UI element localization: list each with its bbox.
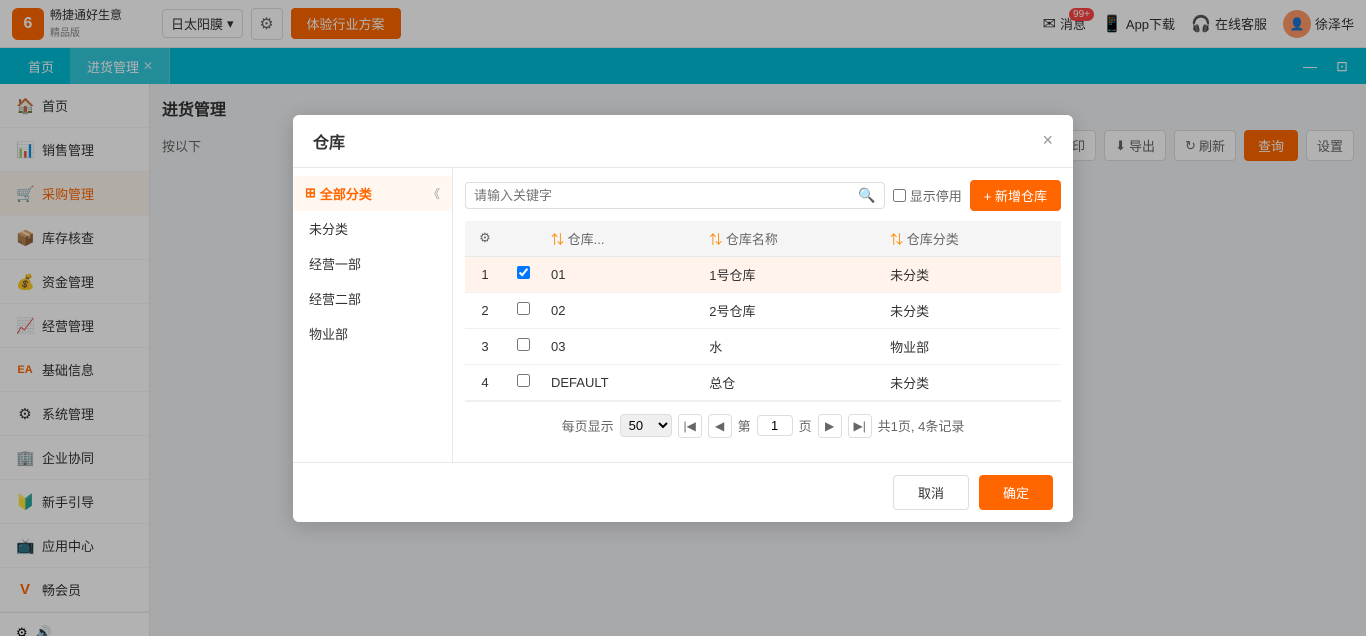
modal-title: 仓库 (313, 129, 345, 153)
category-item-property[interactable]: 物业部 (293, 316, 452, 351)
collapse-icon[interactable]: 《 (428, 185, 440, 202)
search-input[interactable] (474, 188, 858, 203)
row-checkbox[interactable] (505, 292, 541, 328)
table-row[interactable]: 2 02 2号仓库 未分类 (465, 292, 1061, 328)
table-row[interactable]: 3 03 水 物业部 (465, 328, 1061, 364)
row-num: 3 (465, 328, 505, 364)
sort-icon3: ⇅ (890, 232, 903, 247)
show-disabled-label[interactable]: 显示停用 (893, 186, 962, 205)
last-page-button[interactable]: ▶| (848, 414, 872, 438)
show-disabled-checkbox[interactable] (893, 189, 906, 202)
col-name: ⇅ 仓库名称 (699, 221, 880, 257)
row-code: 03 (541, 328, 699, 364)
table-panel: 🔍 显示停用 + 新增仓库 ⚙ (453, 168, 1073, 462)
confirm-button[interactable]: 确定 (979, 475, 1053, 510)
category-item-ops2[interactable]: 经营二部 (293, 281, 452, 316)
add-warehouse-button[interactable]: + 新增仓库 (970, 180, 1061, 211)
row-category: 物业部 (880, 328, 1061, 364)
page-size-select[interactable]: 50 10 20 100 (620, 414, 672, 437)
row-code: 02 (541, 292, 699, 328)
first-page-button[interactable]: |◀ (678, 414, 702, 438)
pagination: 每页显示 50 10 20 100 |◀ ◀ 第 页 ▶ ▶| 共1页, 4条记… (465, 401, 1061, 450)
row-checkbox[interactable] (505, 256, 541, 292)
row-name: 水 (699, 328, 880, 364)
modal-body: ⊞ 全部分类 《 未分类 经营一部 经营二部 物业部 🔍 (293, 168, 1073, 462)
table-head: ⚙ ⇅ 仓库... ⇅ 仓库名称 (465, 221, 1061, 257)
row-category: 未分类 (880, 292, 1061, 328)
table-row[interactable]: 1 01 1号仓库 未分类 (465, 256, 1061, 292)
col-settings: ⚙ (465, 221, 505, 257)
next-page-button[interactable]: ▶ (818, 414, 842, 438)
search-input-wrap[interactable]: 🔍 (465, 182, 885, 209)
col-checkbox (505, 221, 541, 257)
row-name: 1号仓库 (699, 256, 880, 292)
table-toolbar: 🔍 显示停用 + 新增仓库 (465, 180, 1061, 211)
prev-page-button[interactable]: ◀ (708, 414, 732, 438)
row-name: 总仓 (699, 364, 880, 400)
col-category: ⇅ 仓库分类 (880, 221, 1061, 257)
table-body: 1 01 1号仓库 未分类 2 02 2号仓库 未分类 3 03 水 物业部 4… (465, 256, 1061, 400)
table-scroll: ⚙ ⇅ 仓库... ⇅ 仓库名称 (465, 221, 1061, 401)
warehouse-table: ⚙ ⇅ 仓库... ⇅ 仓库名称 (465, 221, 1061, 401)
modal-header: 仓库 × (293, 115, 1073, 168)
row-code: 01 (541, 256, 699, 292)
row-num: 2 (465, 292, 505, 328)
row-checkbox[interactable] (505, 364, 541, 400)
sort-icon: ⇅ (551, 232, 564, 247)
col-code: ⇅ 仓库... (541, 221, 699, 257)
row-category: 未分类 (880, 256, 1061, 292)
row-num: 1 (465, 256, 505, 292)
sort-icon2: ⇅ (709, 232, 722, 247)
row-num: 4 (465, 364, 505, 400)
category-all-header[interactable]: ⊞ 全部分类 《 (293, 176, 452, 211)
row-code: DEFAULT (541, 364, 699, 400)
category-item-unclassified[interactable]: 未分类 (293, 211, 452, 246)
grid-icon: ⊞ (305, 185, 316, 201)
cancel-button[interactable]: 取消 (893, 475, 969, 510)
page-input[interactable] (757, 415, 793, 436)
modal-overlay: 仓库 × ⊞ 全部分类 《 未分类 经营一部 经营二部 物业部 (0, 0, 1366, 636)
table-row[interactable]: 4 DEFAULT 总仓 未分类 (465, 364, 1061, 400)
search-icon[interactable]: 🔍 (858, 187, 875, 204)
modal-footer: 取消 确定 (293, 462, 1073, 522)
category-item-ops1[interactable]: 经营一部 (293, 246, 452, 281)
warehouse-modal: 仓库 × ⊞ 全部分类 《 未分类 经营一部 经营二部 物业部 (293, 115, 1073, 522)
total-info: 共1页, 4条记录 (878, 416, 965, 435)
category-panel: ⊞ 全部分类 《 未分类 经营一部 经营二部 物业部 (293, 168, 453, 462)
row-category: 未分类 (880, 364, 1061, 400)
row-name: 2号仓库 (699, 292, 880, 328)
modal-close-button[interactable]: × (1042, 130, 1053, 151)
row-checkbox[interactable] (505, 328, 541, 364)
